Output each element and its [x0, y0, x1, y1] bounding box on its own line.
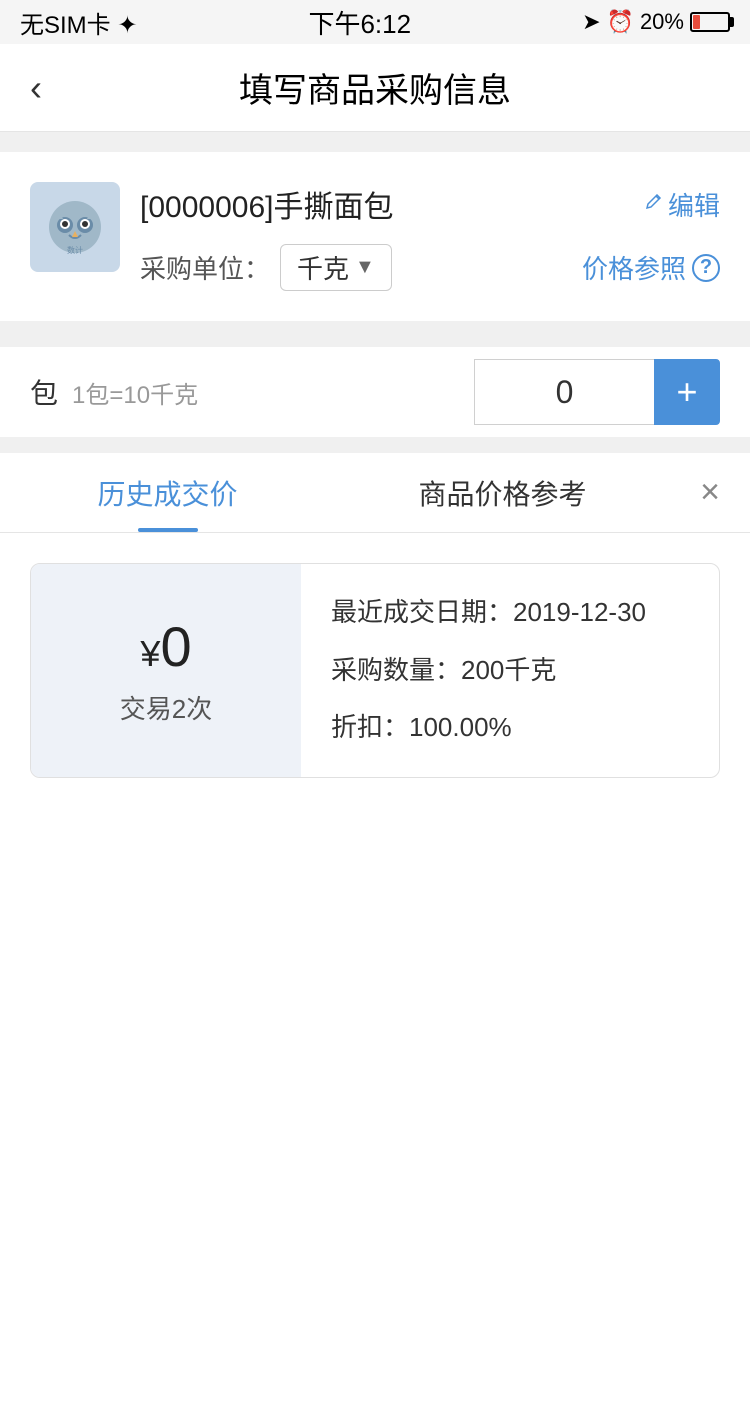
purchase-qty: 采购数量：200千克	[331, 650, 689, 692]
quantity-section: 包 1包=10千克 0 +	[0, 347, 750, 437]
price-card: ¥0 交易2次 最近成交日期：2019-12-30 采购数量：200千克 折扣：…	[30, 563, 720, 778]
price-card-left: ¥0 交易2次	[31, 564, 301, 777]
product-thumbnail: 数计	[30, 182, 120, 272]
nav-bar: ‹ 填写商品采购信息	[0, 44, 750, 132]
product-name: [0000006]手撕面包	[140, 182, 393, 226]
tab-product-price-ref[interactable]: 商品价格参考	[335, 453, 670, 532]
quantity-left: 包 1包=10千克	[30, 372, 198, 412]
pkg-sub-label: 1包=10千克	[72, 375, 198, 410]
product-unit-row: 采购单位： 千克 ▼ 价格参照 ?	[140, 244, 720, 291]
plus-icon: +	[676, 371, 697, 413]
quantity-right: 0 +	[474, 359, 720, 425]
status-left: 无SIM卡 ✦	[20, 5, 137, 40]
currency-symbol: ¥	[140, 633, 160, 674]
product-top-row: 数计 [0000006]手撕面包 编辑 采购单位： 千克	[30, 182, 720, 291]
edit-label: 编辑	[668, 186, 720, 223]
help-icon: ?	[692, 254, 720, 282]
tab-history-price[interactable]: 历史成交价	[0, 453, 335, 532]
unit-selector[interactable]: 千克 ▼	[280, 244, 392, 291]
tab-bar: 历史成交价 商品价格参考 ×	[0, 453, 750, 533]
product-info: [0000006]手撕面包 编辑 采购单位： 千克 ▼	[140, 182, 720, 291]
battery-percent: 20%	[640, 9, 684, 35]
quantity-plus-button[interactable]: +	[654, 359, 720, 425]
location-icon: ➤	[582, 9, 600, 35]
edit-button[interactable]: 编辑	[644, 186, 720, 223]
owl-logo-icon: 数计	[45, 197, 105, 257]
quantity-value: 0	[556, 374, 574, 411]
product-card: 数计 [0000006]手撕面包 编辑 采购单位： 千克	[0, 152, 750, 321]
unit-label: 采购单位：	[140, 249, 270, 286]
separator	[0, 321, 750, 337]
product-title-row: [0000006]手撕面包 编辑	[140, 182, 720, 226]
price-amount: 0	[160, 615, 191, 678]
price-display: ¥0	[140, 614, 191, 679]
price-ref-button[interactable]: 价格参照 ?	[582, 249, 720, 286]
tab-close-button[interactable]: ×	[670, 453, 750, 532]
history-content: ¥0 交易2次 最近成交日期：2019-12-30 采购数量：200千克 折扣：…	[0, 533, 750, 808]
pkg-label: 包	[30, 372, 58, 412]
price-ref-label: 价格参照	[582, 249, 686, 286]
tab-product-price-ref-label: 商品价格参考	[418, 473, 586, 513]
svg-text:数计: 数计	[67, 245, 83, 255]
alarm-icon: ⏰	[607, 9, 634, 35]
dropdown-arrow-icon: ▼	[355, 256, 375, 279]
status-bar: 无SIM卡 ✦ 下午6:12 ➤ ⏰ 20%	[0, 0, 750, 44]
content-area	[0, 808, 750, 1408]
battery-icon	[690, 12, 730, 32]
unit-value: 千克	[297, 249, 349, 286]
status-right: ➤ ⏰ 20%	[582, 9, 730, 35]
price-card-right: 最近成交日期：2019-12-30 采购数量：200千克 折扣：100.00%	[301, 564, 719, 777]
discount: 折扣：100.00%	[331, 707, 689, 749]
edit-icon	[644, 194, 664, 214]
trade-count: 交易2次	[120, 689, 212, 726]
last-trade-date: 最近成交日期：2019-12-30	[331, 592, 689, 634]
page-title: 填写商品采购信息	[239, 63, 511, 112]
quantity-input[interactable]: 0	[474, 359, 654, 425]
status-time: 下午6:12	[308, 4, 411, 41]
back-button[interactable]: ‹	[20, 57, 52, 119]
carrier-text: 无SIM卡 ✦	[20, 5, 137, 40]
tab-history-label: 历史成交价	[97, 473, 237, 513]
close-icon: ×	[700, 473, 720, 512]
